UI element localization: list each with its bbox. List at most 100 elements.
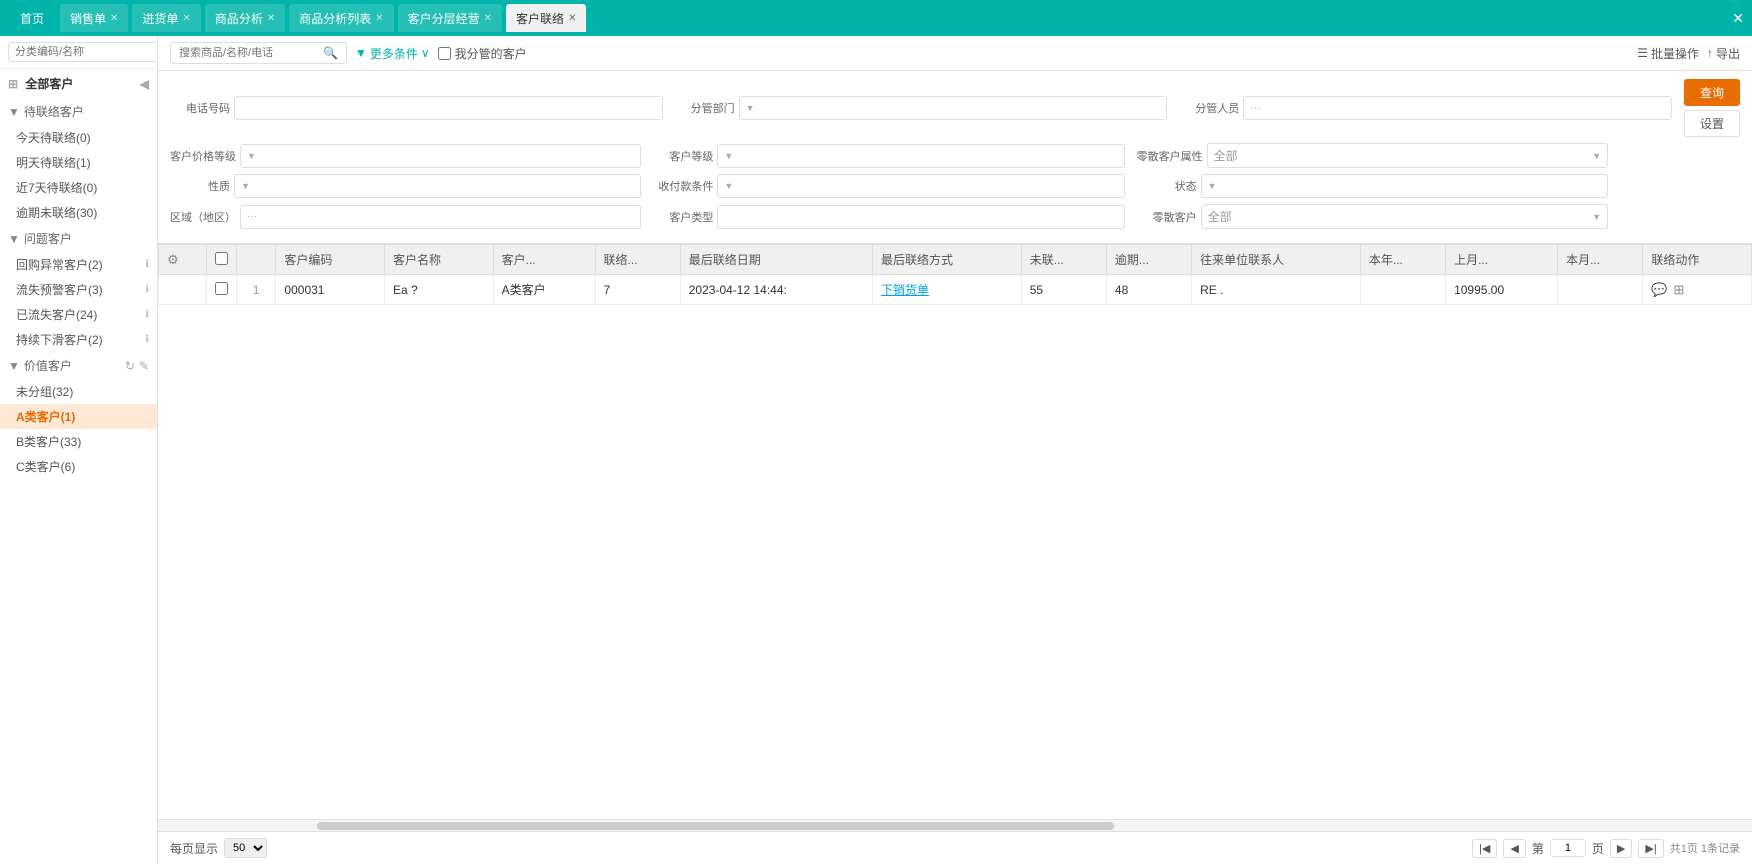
next-page-btn[interactable]: ▶: [1610, 839, 1632, 858]
sidebar-item-churn-warning[interactable]: 流失预警客户(3) ℹ: [0, 277, 157, 302]
col-last-month[interactable]: 上月...: [1446, 245, 1558, 275]
status-select[interactable]: ▼: [1201, 174, 1608, 198]
retail-attr-value: 全部: [1214, 147, 1238, 164]
sidebar-item-churned[interactable]: 已流失客户(24) ℹ: [0, 302, 157, 327]
col-settings[interactable]: ⚙: [159, 245, 207, 275]
home-tab[interactable]: 首页: [8, 10, 56, 27]
dept-select[interactable]: ▼: [739, 96, 1168, 120]
close-sales-tab[interactable]: ✕: [110, 13, 118, 24]
scroll-thumb[interactable]: [317, 822, 1114, 830]
action-icons-group: 💬 ⊞: [1651, 282, 1743, 298]
nature-select[interactable]: ▼: [234, 174, 641, 198]
per-page-select[interactable]: 50: [224, 838, 267, 858]
row-actions: 💬 ⊞: [1643, 275, 1752, 305]
retail-customer-select[interactable]: 全部 ▼: [1201, 204, 1608, 229]
col-type[interactable]: 客户...: [493, 245, 595, 275]
top-nav: 首页 销售单 ✕ 进货单 ✕ 商品分析 ✕ 商品分析列表 ✕ 客户分层经营 ✕ …: [0, 0, 1752, 36]
row-last-method[interactable]: 下销货单: [873, 275, 1022, 305]
col-last-method[interactable]: 最后联络方式: [873, 245, 1022, 275]
customer-type-label: 客户类型: [653, 209, 713, 225]
sidebar-item-c-class[interactable]: C类客户(6): [0, 454, 157, 479]
phone-input[interactable]: [234, 96, 663, 120]
tab-purchase[interactable]: 进货单 ✕: [132, 4, 200, 32]
close-purchase-tab[interactable]: ✕: [182, 13, 190, 24]
sidebar-item-b-class[interactable]: B类客户(33): [0, 429, 157, 454]
col-select-all[interactable]: [206, 245, 236, 275]
per-page-area: 每页显示 50: [170, 838, 267, 858]
retail-customer-arrow: ▼: [1592, 212, 1601, 222]
col-this-year[interactable]: 本年...: [1360, 245, 1445, 275]
tab-sales[interactable]: 销售单 ✕: [60, 4, 128, 32]
chat-action-icon[interactable]: 💬: [1651, 282, 1667, 298]
price-level-select[interactable]: ▼: [240, 144, 641, 168]
status-label: 状态: [1137, 178, 1197, 194]
col-overdue[interactable]: 逾期...: [1106, 245, 1191, 275]
filter-row-4: 区域（地区） ··· 客户类型 零散客户 全部 ▼: [170, 204, 1740, 229]
customer-level-label: 客户等级: [653, 148, 713, 164]
tab-customer-tier[interactable]: 客户分层经营 ✕: [398, 4, 502, 32]
select-all-checkbox[interactable]: [215, 252, 228, 265]
close-customer-tier-tab[interactable]: ✕: [484, 13, 492, 24]
customer-level-arrow: ▼: [724, 151, 733, 161]
horizontal-scrollbar[interactable]: [158, 819, 1752, 831]
row-checkbox[interactable]: [215, 282, 228, 295]
customer-level-select[interactable]: ▼: [717, 144, 1124, 168]
tab-product-analysis[interactable]: 商品分析 ✕: [205, 4, 285, 32]
prev-page-btn[interactable]: ◀: [1503, 839, 1525, 858]
tab-product-analysis-list[interactable]: 商品分析列表 ✕: [289, 4, 393, 32]
row-this-month: [1558, 275, 1643, 305]
sidebar-item-tomorrow[interactable]: 明天待联络(1): [0, 150, 157, 175]
sidebar-item-repurchase-abnormal[interactable]: 回购异常客户(2) ℹ: [0, 252, 157, 277]
close-product-analysis-tab[interactable]: ✕: [267, 13, 275, 24]
my-customer-checkbox[interactable]: [438, 47, 451, 60]
col-last-date[interactable]: 最后联络日期: [680, 245, 872, 275]
sidebar-collapse-icon[interactable]: ◀: [140, 77, 149, 91]
qr-action-icon[interactable]: ⊞: [1674, 282, 1685, 298]
col-this-month[interactable]: 本月...: [1558, 245, 1643, 275]
export-btn[interactable]: ↑ 导出: [1707, 45, 1740, 62]
settings-gear-icon[interactable]: ⚙: [167, 252, 179, 267]
close-product-list-tab[interactable]: ✕: [375, 13, 383, 24]
sidebar-item-today[interactable]: 今天待联络(0): [0, 125, 157, 150]
search-input[interactable]: [179, 47, 319, 59]
refresh-icon[interactable]: ↻: [125, 359, 135, 373]
query-btn[interactable]: 查询: [1684, 79, 1740, 106]
region-input[interactable]: ···: [240, 205, 641, 229]
filter-customer-type: 客户类型: [653, 205, 1124, 229]
sidebar-item-overdue[interactable]: 逾期未联络(30): [0, 200, 157, 225]
col-unit-contact[interactable]: 往来单位联系人: [1192, 245, 1361, 275]
sidebar-item-a-class[interactable]: A类客户(1): [0, 404, 157, 429]
group-problem-customers[interactable]: ▼ 问题客户: [0, 225, 157, 252]
info-icon-1: ℹ: [145, 284, 149, 295]
sidebar-item-declining[interactable]: 持续下滑客户(2) ℹ: [0, 327, 157, 352]
sidebar-item-7days[interactable]: 近7天待联络(0): [0, 175, 157, 200]
first-page-btn[interactable]: |◀: [1472, 839, 1497, 858]
payment-select[interactable]: ▼: [717, 174, 1124, 198]
col-name[interactable]: 客户名称: [385, 245, 494, 275]
window-close-icon[interactable]: ✕: [1732, 10, 1744, 27]
edit-group-icon[interactable]: ✎: [139, 359, 149, 373]
more-filter-btn[interactable]: ▼ 更多条件 ∨: [355, 45, 430, 62]
sidebar-item-ungrouped[interactable]: 未分组(32): [0, 379, 157, 404]
col-code[interactable]: 客户编码: [276, 245, 385, 275]
setting-btn[interactable]: 设置: [1684, 110, 1740, 137]
col-not-contact[interactable]: 未联...: [1021, 245, 1106, 275]
tab-customer-contact[interactable]: 客户联络 ✕: [506, 4, 586, 32]
row-checkbox-cell[interactable]: [206, 275, 236, 305]
toolbar: 🔍 ▼ 更多条件 ∨ 我分管的客户 ☰ 批量操作 ↑ 导出: [158, 36, 1752, 71]
close-customer-contact-tab[interactable]: ✕: [568, 13, 576, 24]
customer-type-input[interactable]: [717, 205, 1124, 229]
group-value-customers[interactable]: ▼ 价值客户 ↻ ✎: [0, 352, 157, 379]
last-page-btn[interactable]: ▶|: [1638, 839, 1663, 858]
retail-attr-select[interactable]: 全部 ▼: [1207, 143, 1608, 168]
group-pending-contact[interactable]: ▼ 待联络客户: [0, 98, 157, 125]
manager-input[interactable]: ···: [1243, 96, 1672, 120]
row-unit-contact: RE .: [1192, 275, 1361, 305]
col-contact[interactable]: 联络...: [595, 245, 680, 275]
pagination: 每页显示 50 |◀ ◀ 第 页 ▶ ▶| 共1页 1条记录: [158, 831, 1752, 864]
sidebar-search-input[interactable]: [8, 42, 158, 62]
page-controls: |◀ ◀ 第 页 ▶ ▶| 共1页 1条记录: [1472, 839, 1740, 858]
page-number-input[interactable]: [1550, 839, 1586, 857]
filter-payment: 收付款条件 ▼: [653, 174, 1124, 198]
batch-op-btn[interactable]: ☰ 批量操作: [1637, 45, 1699, 62]
